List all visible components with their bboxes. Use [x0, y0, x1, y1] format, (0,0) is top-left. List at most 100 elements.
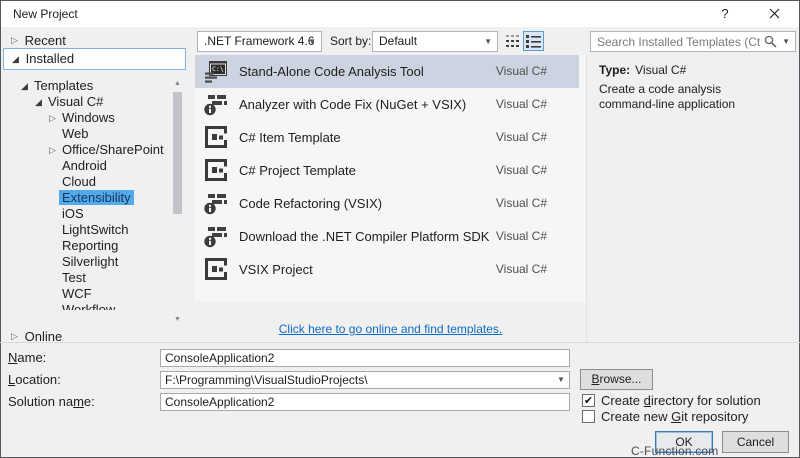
- tree-item-label: Templates: [31, 78, 96, 93]
- template-name: Code Refactoring (VSIX): [239, 187, 382, 220]
- template-name: Analyzer with Code Fix (NuGet + VSIX): [239, 88, 466, 121]
- tree-item-extensibility[interactable]: Extensibility: [2, 190, 172, 206]
- template-name: VSIX Project: [239, 253, 313, 286]
- list-view-button[interactable]: [523, 31, 544, 51]
- tree-item-office-sharepoint[interactable]: ▷Office/SharePoint: [2, 142, 172, 158]
- search-box: ▼: [590, 31, 796, 52]
- solution-name-label: Solution name:: [8, 393, 95, 411]
- tree-item-templates[interactable]: ◢Templates: [2, 78, 172, 94]
- name-label: Name:: [8, 349, 46, 367]
- sidebar-item-label: Installed: [26, 51, 74, 66]
- scroll-up-icon[interactable]: ▲: [171, 78, 184, 90]
- type-label: Type:: [599, 63, 630, 77]
- template-row-stand-alone-code-analysis-tool[interactable]: C:\ Stand-Alone Code Analysis Tool Visual …: [195, 55, 579, 88]
- template-row-vsix-project[interactable]: VSIX Project Visual C#: [195, 253, 579, 286]
- collapse-arrow-icon[interactable]: ◢: [9, 49, 22, 69]
- sidebar-item-installed[interactable]: ◢ Installed: [3, 48, 186, 70]
- tree-item-label: Reporting: [59, 238, 121, 253]
- sortby-dropdown[interactable]: Default ▼: [372, 31, 498, 52]
- template-row-code-refactoring-vsix-[interactable]: Code Refactoring (VSIX)Visual C#: [195, 187, 579, 220]
- category-tree: ◢Templates◢Visual C#▷WindowsWeb▷Office/S…: [2, 78, 172, 310]
- tree-item-web[interactable]: Web: [2, 126, 172, 142]
- collapse-arrow-icon[interactable]: ◢: [18, 78, 31, 94]
- template-name: Stand-Alone Code Analysis Tool: [239, 55, 424, 88]
- tree-item-reporting[interactable]: Reporting: [2, 238, 172, 254]
- chevron-down-icon: ▼: [484, 32, 492, 51]
- analyzer-info-icon: [204, 224, 228, 248]
- help-button[interactable]: ?: [706, 1, 744, 27]
- tree-item-test[interactable]: Test: [2, 270, 172, 286]
- create-git-label[interactable]: Create new Git repository: [601, 409, 748, 424]
- title-bar[interactable]: New Project ?: [1, 1, 799, 27]
- svg-text:C:\: C:\: [212, 65, 224, 73]
- tree-item-ios[interactable]: iOS: [2, 206, 172, 222]
- scrollbar-thumb[interactable]: [173, 92, 182, 214]
- location-label: Location:: [8, 371, 61, 389]
- template-language: Visual C#: [496, 121, 547, 154]
- template-language: Visual C#: [496, 88, 547, 121]
- tree-item-android[interactable]: Android: [2, 158, 172, 174]
- sortby-label: Sort by:: [330, 31, 371, 52]
- tree-item-label: Extensibility: [59, 190, 134, 205]
- template-description: Create a code analysis command-line appl…: [599, 82, 781, 112]
- create-git-checkbox[interactable]: [582, 410, 595, 423]
- sidebar-item-label: Recent: [25, 33, 66, 48]
- browse-button[interactable]: Browse...: [580, 369, 653, 390]
- template-row-c-project-template[interactable]: C# Project TemplateVisual C#: [195, 154, 579, 187]
- tree-item-wcf[interactable]: WCF: [2, 286, 172, 302]
- tree-scrollbar[interactable]: ▲ ▼: [171, 78, 184, 326]
- site-watermark: C-Function.com: [631, 444, 719, 458]
- template-row-download-the-net-compiler-platform-sdk[interactable]: Download the .NET Compiler Platform SDKV…: [195, 220, 579, 253]
- vsix-box-icon: [204, 257, 228, 281]
- dialog-title: New Project: [13, 1, 78, 27]
- small-icons-grid-icon: [506, 35, 519, 48]
- template-type: Type:Visual C#: [599, 63, 686, 77]
- tree-item-label: LightSwitch: [59, 222, 131, 237]
- vsix-box-icon: [204, 125, 228, 149]
- expand-arrow-icon[interactable]: ▷: [46, 110, 59, 126]
- expand-arrow-icon[interactable]: ▷: [46, 142, 59, 158]
- tree-item-label: Visual C#: [45, 94, 106, 109]
- tree-item-workflow[interactable]: Workflow: [2, 302, 172, 310]
- template-row-c-item-template[interactable]: C# Item TemplateVisual C#: [195, 121, 579, 154]
- template-row-analyzer-with-code-fix-nuget-vsix-[interactable]: Analyzer with Code Fix (NuGet + VSIX) Vis…: [195, 88, 579, 121]
- template-name: C# Project Template: [239, 154, 356, 187]
- template-language: Visual C#: [496, 253, 547, 286]
- tree-item-label: Silverlight: [59, 254, 121, 269]
- template-info-panel: Type:Visual C# Create a code analysis co…: [586, 55, 799, 342]
- close-icon: [769, 8, 780, 19]
- tree-item-visual-c-[interactable]: ◢Visual C#: [2, 94, 172, 110]
- tree-item-windows[interactable]: ▷Windows: [2, 110, 172, 126]
- tree-item-silverlight[interactable]: Silverlight: [2, 254, 172, 270]
- analyzer-info-icon: [204, 92, 228, 116]
- location-dropdown-icon[interactable]: ▼: [553, 372, 569, 388]
- console-window-icon: C:\: [204, 59, 228, 83]
- tree-item-cloud[interactable]: Cloud: [2, 174, 172, 190]
- tree-item-lightswitch[interactable]: LightSwitch: [2, 222, 172, 238]
- solution-name-input[interactable]: [160, 393, 570, 411]
- template-name: Download the .NET Compiler Platform SDK: [239, 220, 489, 253]
- template-language: Visual C#: [496, 55, 547, 88]
- search-icon[interactable]: [764, 35, 777, 48]
- scroll-down-icon[interactable]: ▼: [171, 314, 184, 326]
- framework-dropdown[interactable]: .NET Framework 4.6 ▼: [197, 31, 322, 52]
- find-templates-link[interactable]: Click here to go online and find templat…: [279, 322, 502, 336]
- location-input[interactable]: [160, 371, 570, 389]
- search-input[interactable]: [591, 32, 761, 51]
- template-language: Visual C#: [496, 220, 547, 253]
- create-directory-label[interactable]: Create directory for solution: [601, 393, 761, 408]
- create-directory-checkbox[interactable]: ✔: [582, 394, 595, 407]
- tree-item-label: Test: [59, 270, 89, 285]
- small-icons-view-button[interactable]: [504, 33, 521, 50]
- vsix-box-icon: [204, 158, 228, 182]
- cancel-button[interactable]: Cancel: [722, 431, 789, 453]
- tree-item-label: iOS: [59, 206, 87, 221]
- sidebar-item-recent[interactable]: ▷ Recent: [8, 32, 66, 49]
- tree-item-label: Workflow: [59, 302, 118, 310]
- chevron-down-icon[interactable]: ▼: [782, 32, 790, 51]
- tree-item-label: Web: [59, 126, 92, 141]
- expand-arrow-icon[interactable]: ▷: [8, 32, 21, 49]
- project-name-input[interactable]: [160, 349, 570, 367]
- close-button[interactable]: [753, 1, 795, 27]
- collapse-arrow-icon[interactable]: ◢: [32, 94, 45, 110]
